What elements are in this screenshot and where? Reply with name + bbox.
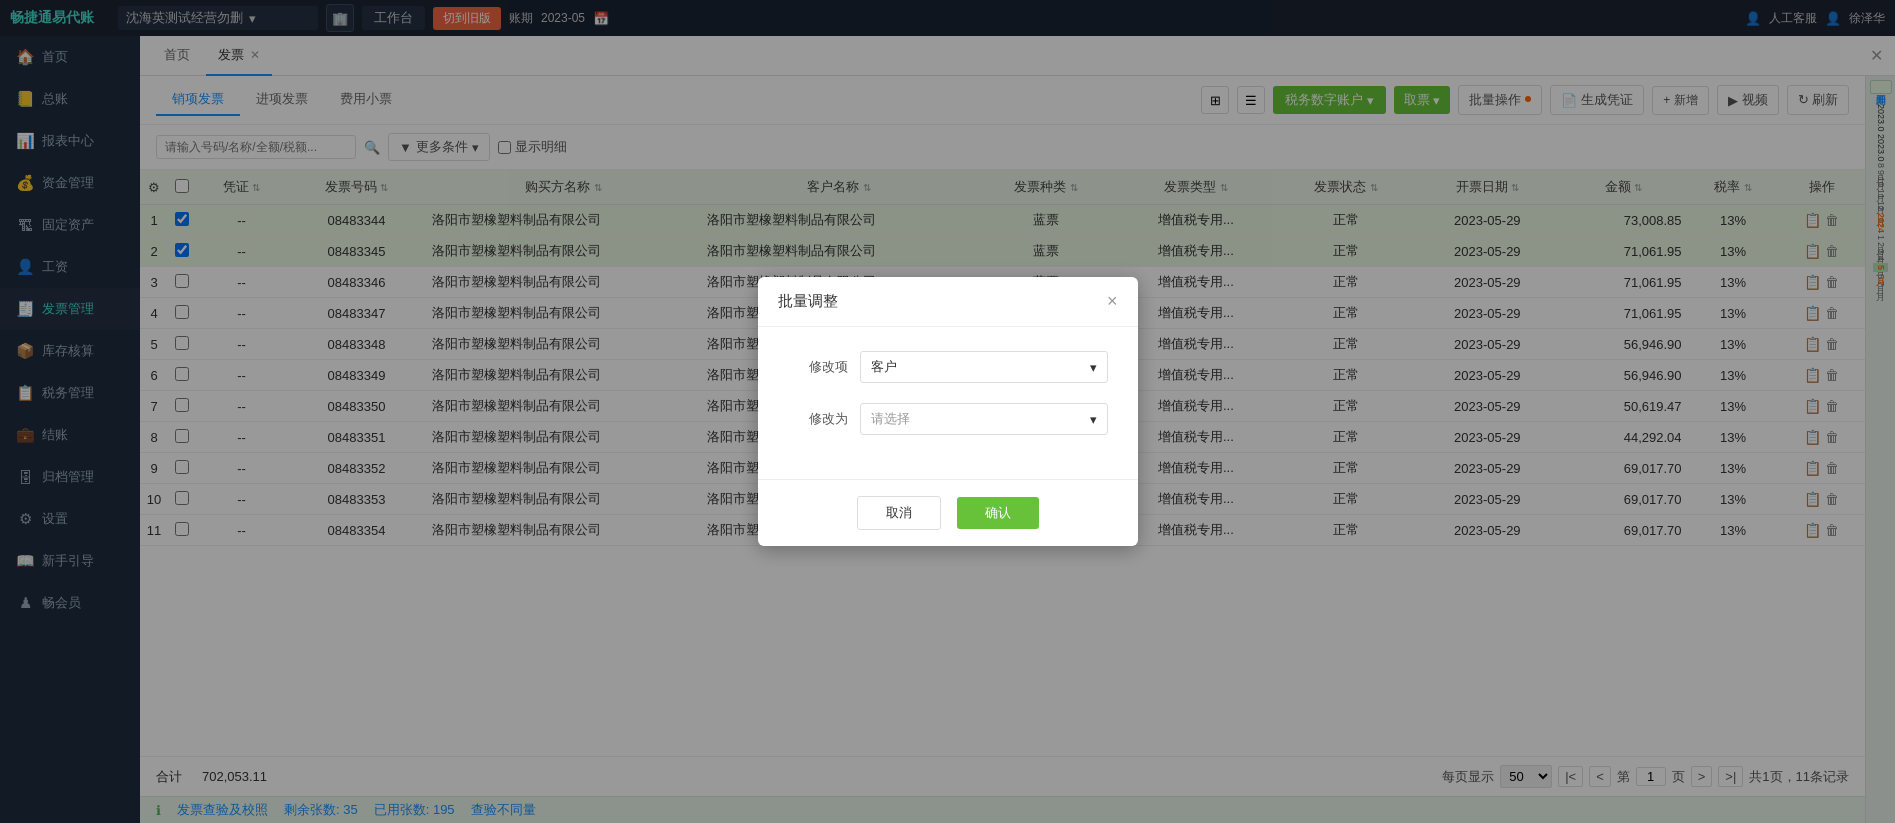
- modify-to-placeholder: 请选择: [871, 410, 910, 428]
- modal-body: 修改项 客户 ▾ 修改为 请选择 ▾: [758, 327, 1138, 479]
- modify-item-select[interactable]: 客户 ▾: [860, 351, 1108, 383]
- modal-close-icon[interactable]: ×: [1107, 291, 1118, 312]
- modify-item-chevron-icon: ▾: [1090, 360, 1097, 375]
- modal-footer: 取消 确认: [758, 479, 1138, 546]
- modal-title: 批量调整: [778, 292, 838, 311]
- confirm-button[interactable]: 确认: [957, 497, 1039, 529]
- modify-to-row: 修改为 请选择 ▾: [788, 403, 1108, 435]
- cancel-button[interactable]: 取消: [857, 496, 941, 530]
- modal-overlay[interactable]: 批量调整 × 修改项 客户 ▾ 修改为 请选择 ▾ 取消 确认: [0, 0, 1895, 823]
- modify-item-label: 修改项: [788, 358, 848, 376]
- modify-to-label: 修改为: [788, 410, 848, 428]
- modify-to-chevron-icon: ▾: [1090, 412, 1097, 427]
- modify-item-row: 修改项 客户 ▾: [788, 351, 1108, 383]
- modify-to-select[interactable]: 请选择 ▾: [860, 403, 1108, 435]
- batch-adjust-modal: 批量调整 × 修改项 客户 ▾ 修改为 请选择 ▾ 取消 确认: [758, 277, 1138, 546]
- modify-item-value: 客户: [871, 358, 897, 376]
- modal-header: 批量调整 ×: [758, 277, 1138, 327]
